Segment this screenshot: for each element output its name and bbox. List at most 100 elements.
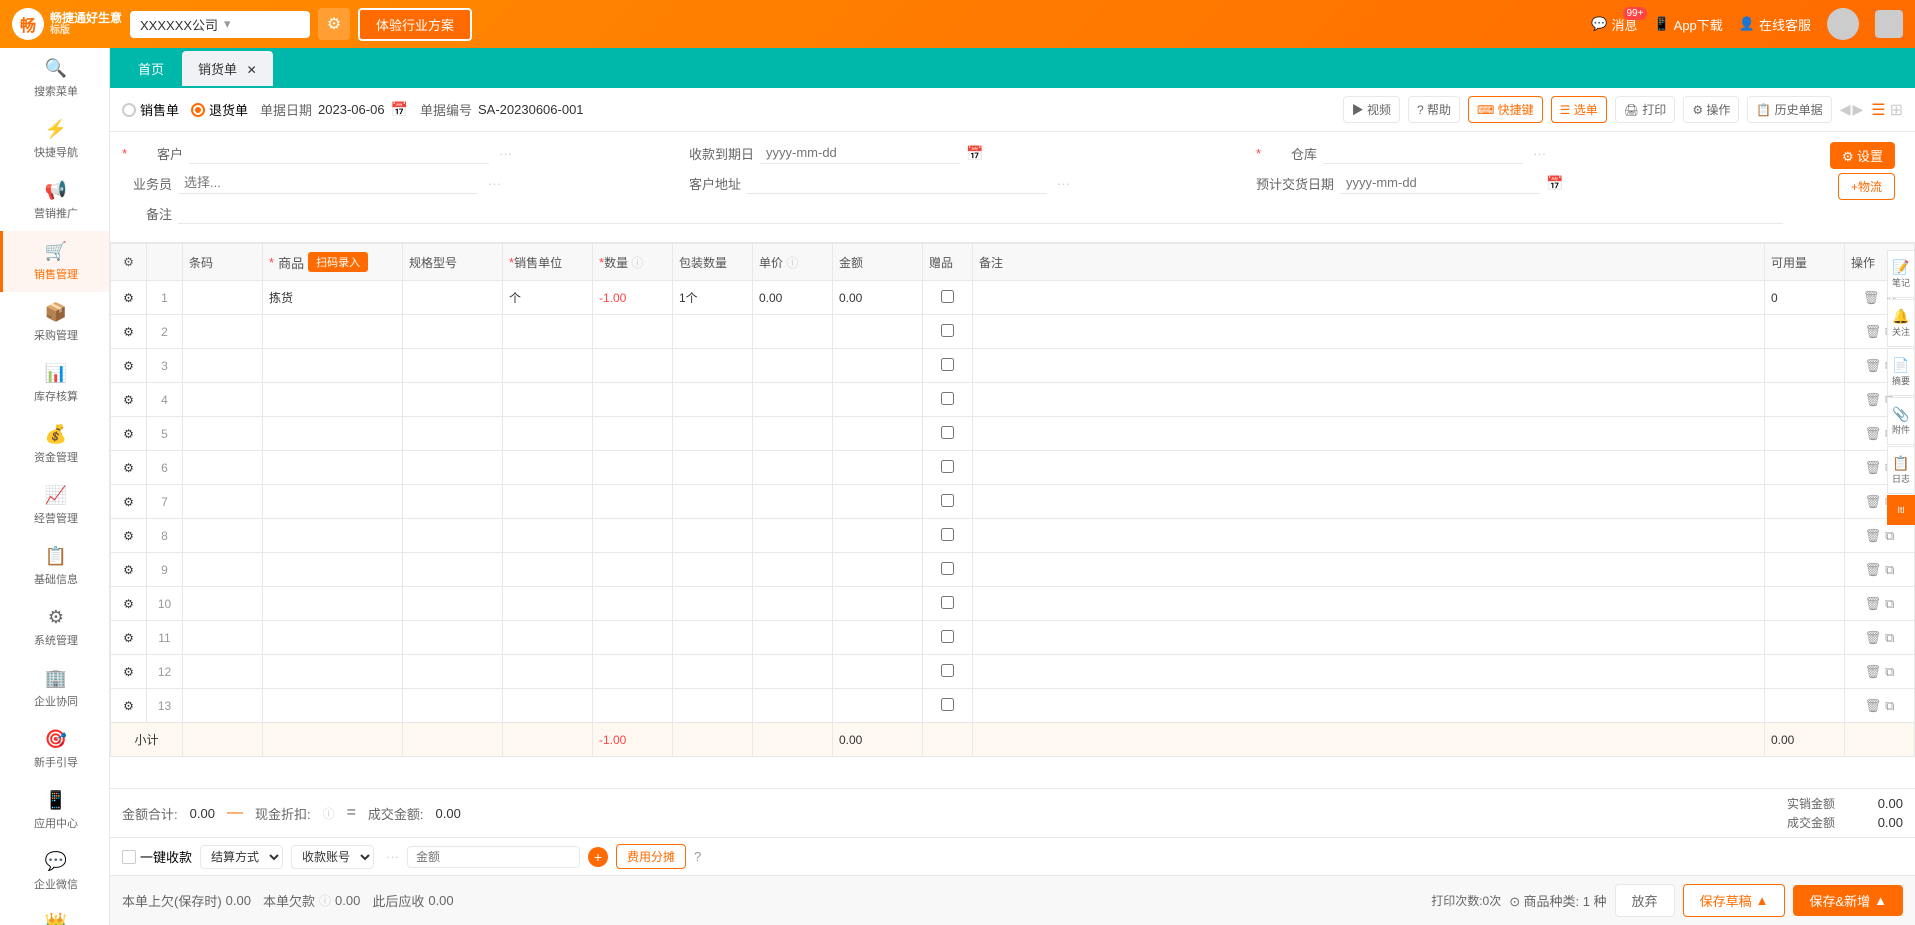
row-settings[interactable]: ⚙ (111, 315, 147, 349)
row-pack[interactable] (673, 451, 753, 485)
float-attachment-btn[interactable]: 📎 附件 (1887, 397, 1915, 445)
gift-checkbox[interactable] (941, 698, 954, 711)
date-calendar-icon[interactable]: 📅 (391, 101, 408, 118)
row-barcode[interactable] (183, 485, 263, 519)
row-unit[interactable] (503, 587, 593, 621)
sidebar-item-inventory[interactable]: 📊 库存核算 (0, 353, 109, 414)
select-btn[interactable]: ☰ 选单 (1551, 96, 1607, 123)
sidebar-item-purchase[interactable]: 📦 采购管理 (0, 292, 109, 353)
row-remark[interactable] (973, 655, 1765, 689)
row-remark[interactable] (973, 519, 1765, 553)
row-qty[interactable] (593, 349, 673, 383)
row-settings[interactable]: ⚙ (111, 689, 147, 723)
salesperson-input[interactable] (178, 172, 478, 194)
row-settings[interactable]: ⚙ (111, 383, 147, 417)
row-price[interactable] (753, 621, 833, 655)
scan-button[interactable]: 扫码录入 (308, 252, 368, 272)
row-settings[interactable]: ⚙ (111, 451, 147, 485)
row-barcode[interactable] (183, 281, 263, 315)
delete-icon[interactable]: 🗑 (1865, 460, 1882, 475)
help-btn[interactable]: ? 帮助 (1408, 96, 1460, 123)
row-pack[interactable]: 1个 (673, 281, 753, 315)
warehouse-more-icon[interactable]: ··· (1533, 146, 1546, 161)
copy-icon[interactable]: ⧉ (1885, 698, 1894, 713)
user-menu[interactable] (1875, 10, 1903, 38)
row-amount[interactable] (833, 553, 923, 587)
row-spec[interactable] (403, 485, 503, 519)
row-product[interactable] (263, 553, 403, 587)
sidebar-item-shortcut[interactable]: ⚡ 快捷导航 (0, 109, 109, 170)
row-product[interactable] (263, 621, 403, 655)
logistics-button[interactable]: +物流 (1838, 173, 1895, 200)
row-gift[interactable] (923, 349, 973, 383)
delete-icon[interactable]: 🗑 (1865, 324, 1882, 339)
row-spec[interactable] (403, 587, 503, 621)
row-settings[interactable]: ⚙ (111, 417, 147, 451)
row-product[interactable] (263, 689, 403, 723)
row-settings[interactable]: ⚙ (111, 621, 147, 655)
row-unit[interactable] (503, 655, 593, 689)
row-barcode[interactable] (183, 587, 263, 621)
sidebar-item-operations[interactable]: 📈 经营管理 (0, 475, 109, 536)
row-spec[interactable] (403, 621, 503, 655)
row-pack[interactable] (673, 315, 753, 349)
row-amount[interactable] (833, 349, 923, 383)
sidebar-item-marketing[interactable]: 📢 营销推广 (0, 170, 109, 231)
date-value[interactable]: 2023-06-06 (318, 102, 385, 117)
row-gift[interactable] (923, 417, 973, 451)
gift-checkbox[interactable] (941, 426, 954, 439)
row-barcode[interactable] (183, 349, 263, 383)
operation-btn[interactable]: ⚙ 操作 (1683, 96, 1739, 123)
app-download-button[interactable]: 📱 App下载 (1653, 15, 1722, 34)
float-log-btn[interactable]: 📋 日志 (1887, 446, 1915, 494)
sidebar-item-search[interactable]: 🔍 搜索菜单 (0, 48, 109, 109)
customer-address-input[interactable] (747, 172, 1047, 194)
account-select[interactable]: 收款账号 (291, 845, 374, 869)
add-payment-button[interactable]: + (588, 847, 608, 867)
copy-icon[interactable]: ⧉ (1885, 596, 1894, 611)
draft-button[interactable]: 保存草稿 ▲ (1683, 884, 1786, 917)
delete-icon[interactable]: 🗑 (1865, 528, 1882, 543)
row-amount[interactable] (833, 315, 923, 349)
delete-icon[interactable]: 🗑 (1865, 358, 1882, 373)
float-itl-btn[interactable]: Itl (1887, 495, 1915, 525)
delete-icon[interactable]: 🗑 (1865, 630, 1882, 645)
row-amount[interactable] (833, 383, 923, 417)
row-price[interactable] (753, 553, 833, 587)
row-product[interactable] (263, 383, 403, 417)
radio-sales[interactable]: 销售单 (122, 100, 179, 119)
sidebar-item-appstore[interactable]: 📱 应用中心 (0, 780, 109, 841)
row-settings[interactable]: ⚙ (111, 349, 147, 383)
radio-return[interactable]: 退货单 (191, 100, 248, 119)
trial-button[interactable]: 体验行业方案 (358, 8, 472, 41)
sidebar-item-basic[interactable]: 📋 基础信息 (0, 536, 109, 597)
list-view-icon[interactable]: ☰ (1871, 100, 1885, 120)
row-spec[interactable] (403, 451, 503, 485)
video-btn[interactable]: ▶ 视频 (1343, 96, 1400, 123)
sidebar-item-newuser[interactable]: 🎯 新手引导 (0, 719, 109, 780)
row-pack[interactable] (673, 689, 753, 723)
row-remark[interactable] (973, 451, 1765, 485)
row-barcode[interactable] (183, 519, 263, 553)
settings-button[interactable]: ⚙ (318, 8, 350, 40)
copy-icon[interactable]: ⧉ (1885, 630, 1894, 645)
history-btn[interactable]: 📋 历史单据 (1747, 96, 1831, 123)
row-price[interactable] (753, 383, 833, 417)
row-unit[interactable] (503, 315, 593, 349)
row-unit[interactable] (503, 553, 593, 587)
gift-checkbox[interactable] (941, 596, 954, 609)
row-qty[interactable] (593, 587, 673, 621)
account-more-icon[interactable]: ··· (386, 849, 399, 864)
row-pack[interactable] (673, 655, 753, 689)
sidebar-item-wechat[interactable]: 💬 企业微信 (0, 841, 109, 902)
payment-due-input[interactable] (760, 142, 960, 164)
sidebar-item-enterprise[interactable]: 🏢 企业协同 (0, 658, 109, 719)
row-amount[interactable] (833, 519, 923, 553)
payment-checkbox[interactable] (122, 850, 136, 864)
col-header-settings[interactable]: ⚙ (111, 244, 147, 281)
sidebar-item-system[interactable]: ⚙ 系统管理 (0, 597, 109, 658)
row-amount[interactable]: 0.00 (833, 281, 923, 315)
gift-checkbox[interactable] (941, 290, 954, 303)
gift-checkbox[interactable] (941, 460, 954, 473)
row-gift[interactable] (923, 519, 973, 553)
